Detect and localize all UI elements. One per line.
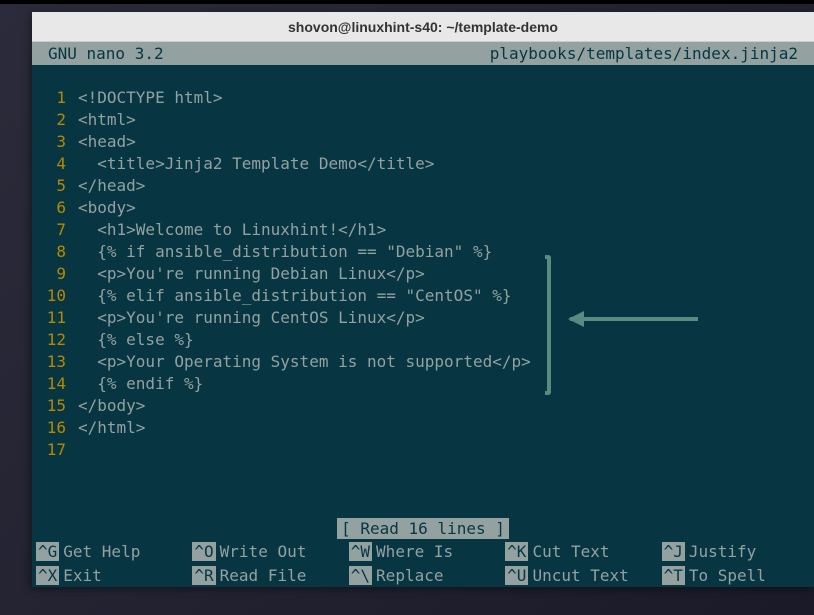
code-line[interactable]: 6<body>: [32, 197, 814, 219]
code-text: <p>You're running Debian Linux</p>: [70, 263, 425, 285]
shortcut-label: Justify: [689, 542, 756, 561]
code-line[interactable]: 3<head>: [32, 131, 814, 153]
shortcut-item: ^UUncut Text: [501, 563, 657, 587]
code-line[interactable]: 2<html>: [32, 109, 814, 131]
shortcut-item: ^JJustify: [658, 539, 814, 563]
shortcut-label: Cut Text: [532, 542, 609, 561]
shortcut-key: ^X: [36, 566, 59, 585]
line-number: 17: [32, 439, 70, 461]
code-text: <body>: [70, 197, 136, 219]
code-line[interactable]: 10 {% elif ansible_distribution == "Cent…: [32, 285, 814, 307]
line-number: 8: [32, 241, 70, 263]
window-titlebar[interactable]: shovon@linuxhint-s40: ~/template-demo: [32, 12, 814, 42]
code-line[interactable]: 13 <p>Your Operating System is not suppo…: [32, 351, 814, 373]
line-number: 11: [32, 307, 70, 329]
code-text: <head>: [70, 131, 136, 153]
shortcut-key: ^K: [505, 542, 528, 561]
code-line[interactable]: 9 <p>You're running Debian Linux</p>: [32, 263, 814, 285]
line-number: 5: [32, 175, 70, 197]
gnome-topbar: [0, 0, 814, 4]
shortcut-key: ^G: [36, 542, 59, 561]
terminal-window: shovon@linuxhint-s40: ~/template-demo GN…: [32, 12, 814, 587]
line-number: 10: [32, 285, 70, 307]
line-number: 16: [32, 417, 70, 439]
line-number: 4: [32, 153, 70, 175]
shortcut-key: ^T: [662, 566, 685, 585]
shortcut-key: ^\: [349, 566, 372, 585]
shortcut-item: ^\Replace: [345, 563, 501, 587]
code-line[interactable]: 17: [32, 439, 814, 461]
shortcut-label: Where Is: [376, 542, 453, 561]
shortcut-label: Exit: [63, 566, 102, 585]
code-line[interactable]: 4 <title>Jinja2 Template Demo</title>: [32, 153, 814, 175]
shortcut-label: Uncut Text: [532, 566, 628, 585]
line-number: 7: [32, 219, 70, 241]
code-line[interactable]: 16</html>: [32, 417, 814, 439]
code-line[interactable]: 12 {% else %}: [32, 329, 814, 351]
nano-status-line: [ Read 16 lines ]: [32, 518, 814, 539]
code-text: </body>: [70, 395, 145, 417]
shortcut-item: ^GGet Help: [32, 539, 188, 563]
code-text: <html>: [70, 109, 136, 131]
shortcut-item: ^R Read File: [188, 563, 344, 587]
code-text: {% elif ansible_distribution == "CentOS"…: [70, 285, 511, 307]
shortcut-key: ^W: [349, 542, 372, 561]
shortcut-item: ^XExit: [32, 563, 188, 587]
code-line[interactable]: 1<!DOCTYPE html>: [32, 87, 814, 109]
nano-filepath: playbooks/templates/index.jinja2: [164, 44, 802, 63]
line-number: 12: [32, 329, 70, 351]
shortcut-item: ^KCut Text: [501, 539, 657, 563]
code-line[interactable]: 15</body>: [32, 395, 814, 417]
nano-app-name: GNU nano 3.2: [44, 44, 164, 63]
line-number: 3: [32, 131, 70, 153]
shortcut-key: ^J: [662, 542, 685, 561]
shortcut-label: Replace: [376, 566, 443, 585]
nano-shortcuts: ^GGet Help^OWrite Out^WWhere Is^KCut Tex…: [32, 539, 814, 587]
code-text: <title>Jinja2 Template Demo</title>: [70, 153, 434, 175]
window-title: shovon@linuxhint-s40: ~/template-demo: [288, 19, 558, 35]
status-badge: [ Read 16 lines ]: [337, 518, 509, 539]
line-number: 13: [32, 351, 70, 373]
code-text: <h1>Welcome to Linuxhint!</h1>: [70, 219, 386, 241]
shortcut-item: ^O Write Out: [188, 539, 344, 563]
code-text: {% endif %}: [70, 373, 203, 395]
nano-header: GNU nano 3.2 playbooks/templates/index.j…: [32, 42, 814, 65]
shortcut-label: Write Out: [220, 542, 307, 561]
line-number: 6: [32, 197, 70, 219]
code-text: <p>Your Operating System is not supporte…: [70, 351, 531, 373]
code-text: {% if ansible_distribution == "Debian" %…: [70, 241, 492, 263]
shortcut-label: Read File: [220, 566, 307, 585]
code-text: <!DOCTYPE html>: [70, 87, 223, 109]
shortcut-key: ^U: [505, 566, 528, 585]
editor-area[interactable]: 1<!DOCTYPE html>2<html>3<head>4 <title>J…: [32, 65, 814, 461]
shortcut-label: Get Help: [63, 542, 140, 561]
terminal-body[interactable]: GNU nano 3.2 playbooks/templates/index.j…: [32, 42, 814, 587]
code-line[interactable]: 8 {% if ansible_distribution == "Debian"…: [32, 241, 814, 263]
line-number: 2: [32, 109, 70, 131]
code-text: {% else %}: [70, 329, 194, 351]
shortcut-key: ^R: [192, 566, 215, 585]
shortcut-item: ^WWhere Is: [345, 539, 501, 563]
code-line[interactable]: 14 {% endif %}: [32, 373, 814, 395]
shortcut-item: ^TTo Spell: [658, 563, 814, 587]
code-text: <p>You're running CentOS Linux</p>: [70, 307, 425, 329]
code-line[interactable]: 5</head>: [32, 175, 814, 197]
code-text: </head>: [70, 175, 145, 197]
code-text: [70, 439, 78, 461]
annotation-bracket: [545, 255, 551, 395]
line-number: 15: [32, 395, 70, 417]
code-text: </html>: [70, 417, 145, 439]
annotation-arrow-icon: [570, 317, 698, 321]
line-number: 1: [32, 87, 70, 109]
shortcut-label: To Spell: [689, 566, 766, 585]
code-line[interactable]: 7 <h1>Welcome to Linuxhint!</h1>: [32, 219, 814, 241]
line-number: 9: [32, 263, 70, 285]
shortcut-key: ^O: [192, 542, 215, 561]
line-number: 14: [32, 373, 70, 395]
